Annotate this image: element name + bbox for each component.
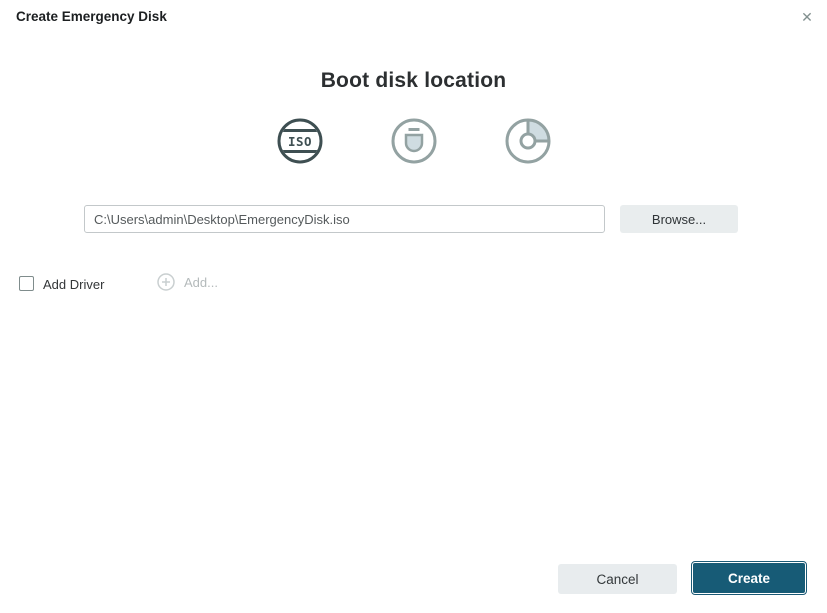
add-driver-label[interactable]: Add Driver	[43, 277, 104, 292]
browse-button[interactable]: Browse...	[620, 205, 738, 233]
boot-media-options: ISO	[0, 117, 827, 165]
cancel-button[interactable]: Cancel	[558, 564, 677, 594]
iso-icon-label: ISO	[287, 134, 311, 149]
iso-image-option[interactable]: ISO	[276, 117, 324, 165]
optical-disc-icon	[505, 118, 550, 164]
add-driver-action[interactable]: Add...	[157, 273, 218, 291]
create-button-focus-ring: Create	[691, 561, 807, 595]
usb-drive-option[interactable]	[390, 117, 438, 165]
add-circle-icon	[157, 273, 175, 291]
iso-image-icon: ISO	[277, 118, 322, 164]
close-icon[interactable]: ✕	[796, 6, 818, 28]
usb-drive-icon	[391, 118, 436, 164]
iso-path-input[interactable]	[84, 205, 605, 233]
optical-disc-option[interactable]	[504, 117, 552, 165]
page-title: Boot disk location	[320, 69, 507, 92]
window-title: Create Emergency Disk	[16, 9, 167, 24]
add-driver-checkbox[interactable]	[19, 276, 34, 291]
add-button-label: Add...	[184, 274, 218, 290]
create-emergency-disk-dialog: Create Emergency Disk ✕ Boot disk locati…	[0, 0, 827, 613]
create-button[interactable]: Create	[693, 563, 805, 593]
